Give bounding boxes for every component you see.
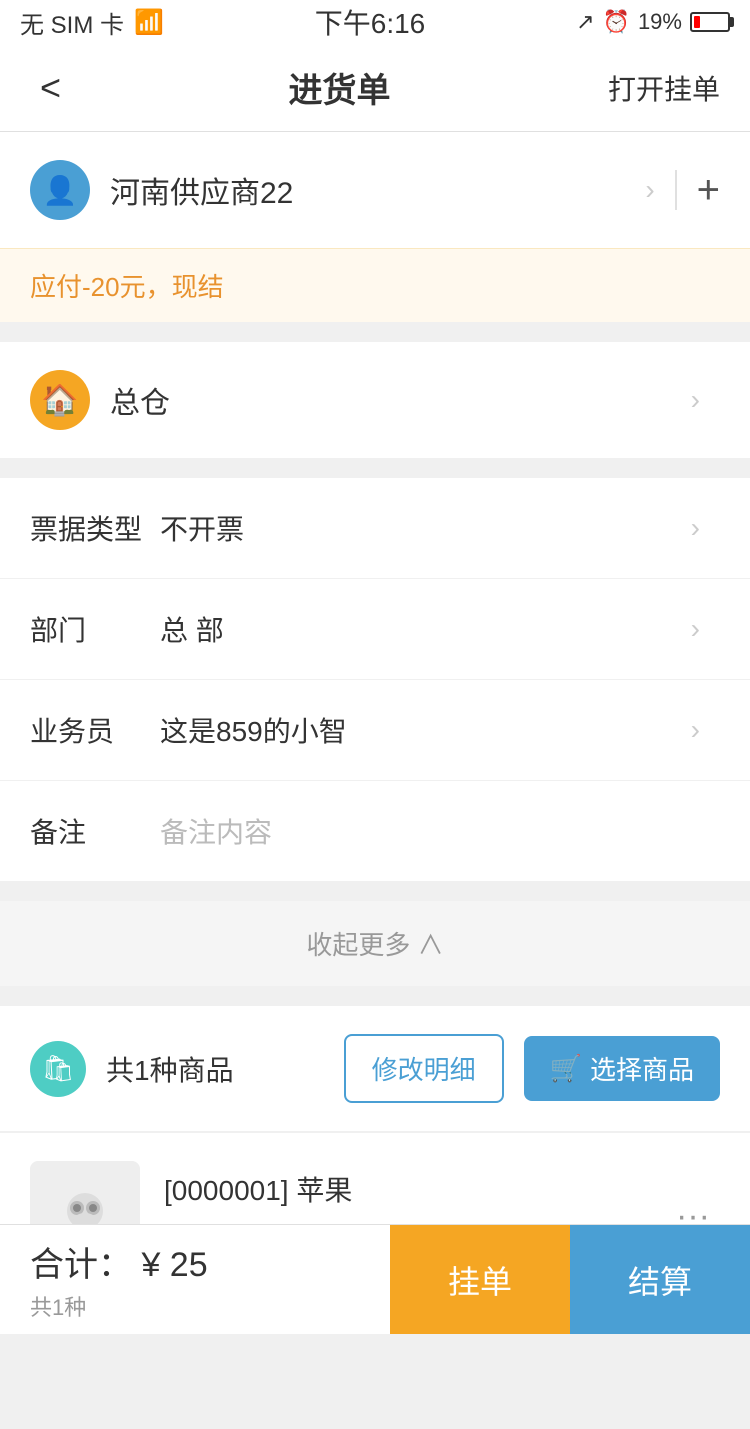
- chevron-right-icon: ›: [645, 174, 654, 206]
- warehouse-name: 总仓: [110, 378, 691, 422]
- alarm-icon: ⏰: [603, 9, 630, 35]
- invoice-type-value: 不开票: [160, 508, 691, 548]
- remark-label: 备注: [30, 811, 160, 851]
- status-left: 无 SIM 卡 📶: [20, 5, 164, 40]
- select-product-button[interactable]: 🛒 选择商品: [524, 1036, 720, 1101]
- salesperson-row[interactable]: 业务员 这是859的小智 ›: [0, 680, 750, 781]
- supplier-section: 👤 河南供应商22 › + 应付-20元，现结: [0, 132, 750, 322]
- add-supplier-button[interactable]: +: [697, 168, 720, 213]
- status-bar: 无 SIM 卡 📶 下午6:16 ↗ ⏰ 19%: [0, 0, 750, 44]
- total-amount: 合计： ¥ 25: [30, 1237, 360, 1286]
- invoice-type-row[interactable]: 票据类型 不开票 ›: [0, 478, 750, 579]
- supplier-avatar: 👤: [30, 160, 90, 220]
- payment-notice: 应付-20元，现结: [0, 248, 750, 322]
- select-product-label: 选择商品: [590, 1050, 694, 1087]
- department-row[interactable]: 部门 总 部 ›: [0, 579, 750, 680]
- invoice-type-label: 票据类型: [30, 508, 160, 548]
- location-icon: ↗: [576, 9, 594, 35]
- total-label: 合计：: [30, 1246, 132, 1284]
- hang-order-button[interactable]: 挂单: [390, 1225, 570, 1334]
- chevron-right-icon: ›: [691, 384, 700, 416]
- warehouse-icon: 🏠: [30, 370, 90, 430]
- bottom-bar: 合计： ¥ 25 共1种 挂单 结算: [0, 1224, 750, 1334]
- supplier-name: 河南供应商22: [110, 168, 645, 212]
- product-code: [0000001] 苹果: [164, 1175, 352, 1206]
- open-pending-button[interactable]: 打开挂单: [608, 68, 720, 108]
- cart-icon: 🛒: [550, 1053, 582, 1084]
- products-icon: 🛍: [30, 1041, 86, 1097]
- status-right: ↗ ⏰ 19%: [576, 9, 730, 35]
- total-section: 合计： ¥ 25 共1种: [0, 1225, 390, 1334]
- nav-bar: < 进货单 打开挂单: [0, 44, 750, 132]
- warehouse-row[interactable]: 🏠 总仓 ›: [0, 342, 750, 458]
- products-count: 共1种商品: [106, 1049, 324, 1089]
- avatar-icon: 👤: [43, 174, 78, 207]
- wifi-icon: 📶: [134, 8, 164, 37]
- carrier-label: 无 SIM 卡: [20, 5, 124, 40]
- supplier-row[interactable]: 👤 河南供应商22 › +: [0, 132, 750, 248]
- total-count: 共1种: [30, 1290, 360, 1322]
- chevron-right-icon: ›: [691, 613, 700, 645]
- salesperson-value: 这是859的小智: [160, 710, 691, 750]
- salesperson-label: 业务员: [30, 710, 160, 750]
- form-section: 票据类型 不开票 › 部门 总 部 › 业务员 这是859的小智 › 备注 备注…: [0, 478, 750, 881]
- back-button[interactable]: <: [30, 57, 71, 119]
- checkout-button[interactable]: 结算: [570, 1225, 750, 1334]
- status-time: 下午6:16: [315, 2, 426, 42]
- warehouse-section: 🏠 总仓 ›: [0, 342, 750, 458]
- page-title: 进货单: [289, 63, 391, 112]
- products-header: 🛍 共1种商品 修改明细 🛒 选择商品: [0, 1006, 750, 1131]
- total-value: ¥ 25: [141, 1246, 207, 1284]
- divider: [675, 170, 677, 210]
- battery-icon: [690, 12, 730, 32]
- remark-value: 备注内容: [160, 811, 720, 851]
- chevron-right-icon: ›: [691, 714, 700, 746]
- edit-details-button[interactable]: 修改明细: [344, 1034, 504, 1103]
- product-name: [0000001] 苹果: [164, 1169, 666, 1209]
- remark-row[interactable]: 备注 备注内容: [0, 781, 750, 881]
- battery-label: 19%: [638, 9, 682, 35]
- chevron-right-icon: ›: [691, 512, 700, 544]
- department-label: 部门: [30, 609, 160, 649]
- collapse-button[interactable]: 收起更多 ∧: [0, 901, 750, 986]
- department-value: 总 部: [160, 609, 691, 649]
